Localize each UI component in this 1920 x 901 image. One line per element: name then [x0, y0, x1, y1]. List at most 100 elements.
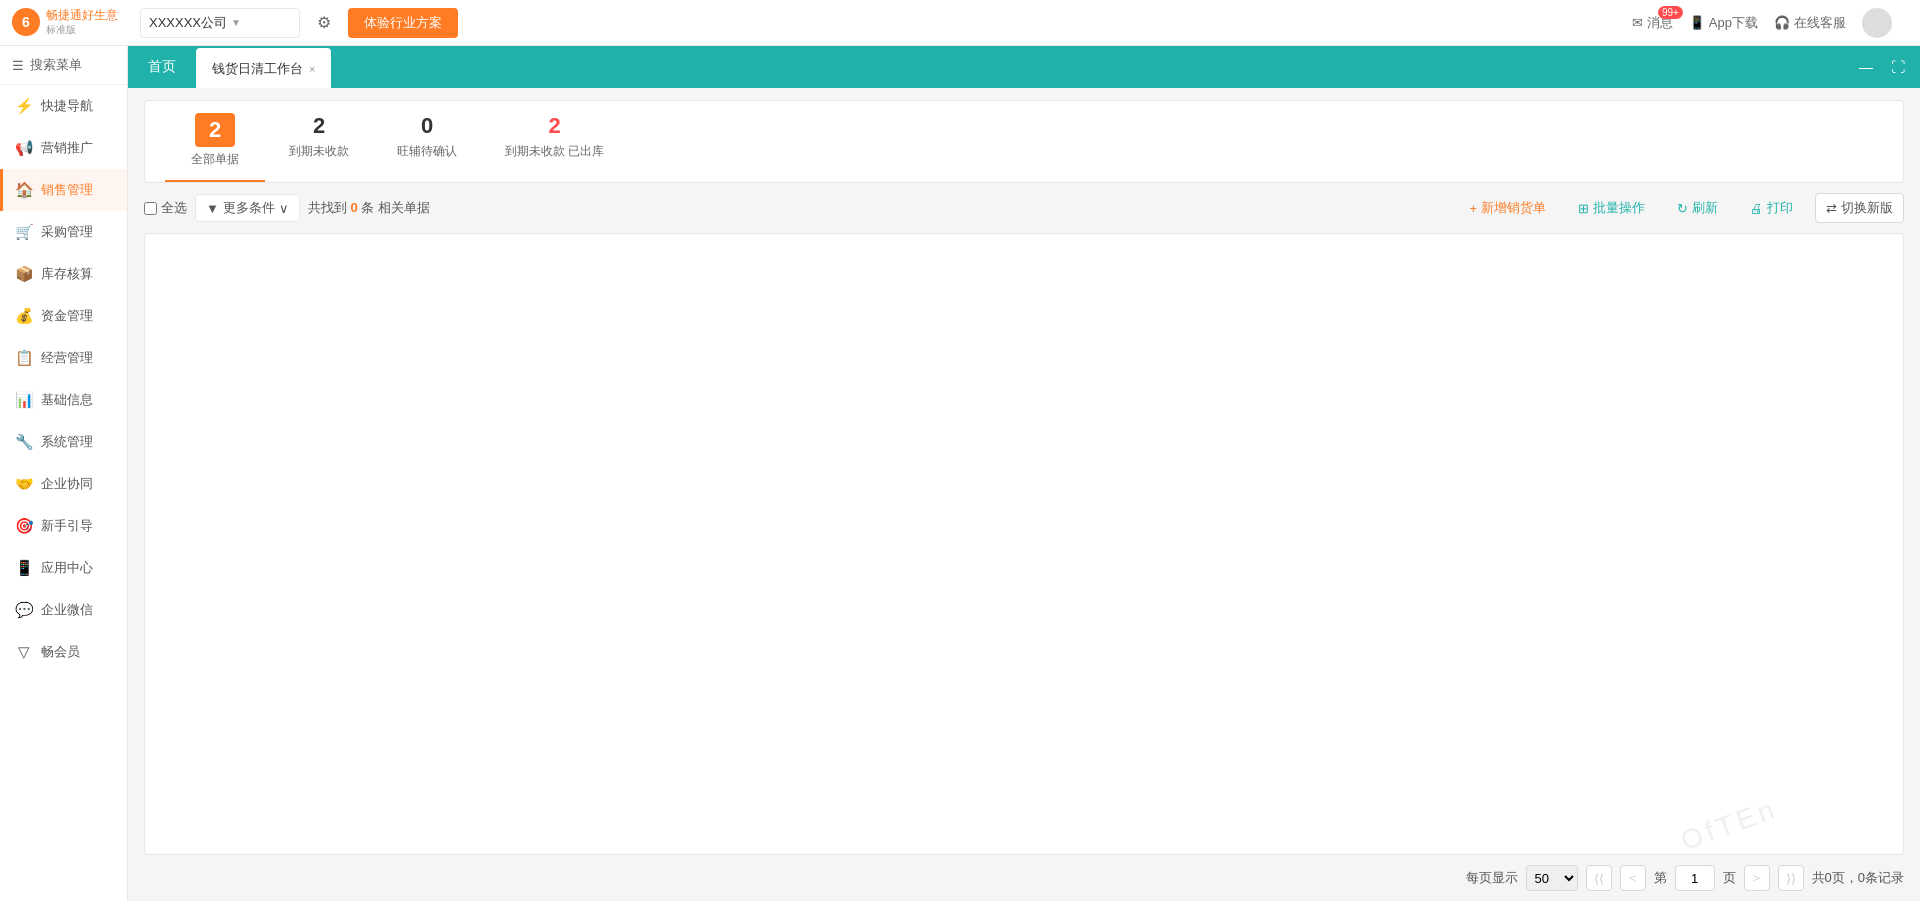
tab-home[interactable]: 首页	[128, 46, 196, 88]
sidebar-item-label: 系统管理	[41, 433, 93, 451]
add-sale-button[interactable]: + 新增销货单	[1459, 194, 1556, 222]
select-all-input[interactable]	[144, 202, 157, 215]
print-icon: 🖨	[1750, 201, 1763, 216]
batch-label: 批量操作	[1593, 199, 1645, 217]
filter-icon: ▼	[206, 201, 219, 216]
filter-tab-all-num: 2	[195, 113, 235, 147]
sidebar-item-wechat[interactable]: 💬 企业微信	[0, 589, 127, 631]
app-download-label: App下载	[1709, 14, 1758, 32]
message-button[interactable]: ✉ 消息 99+	[1632, 14, 1673, 32]
page-number-input[interactable]	[1675, 865, 1715, 891]
add-icon: +	[1469, 201, 1477, 216]
switch-button[interactable]: ⇄ 切换新版	[1815, 193, 1904, 223]
filter-button[interactable]: ▼ 更多条件 ∨	[195, 194, 300, 222]
table-area	[144, 233, 1904, 855]
settings-button[interactable]: ⚙	[308, 7, 340, 39]
sidebar-item-label: 应用中心	[41, 559, 93, 577]
sidebar-item-purchase[interactable]: 🛒 采购管理	[0, 211, 127, 253]
toolbar-right: + 新增销货单 ⊞ 批量操作 ↻ 刷新 🖨 打印	[1459, 193, 1904, 223]
download-icon: 📱	[1689, 15, 1705, 30]
tab-workbench[interactable]: 钱货日清工作台 ×	[196, 48, 331, 90]
count-info: 共找到 0 条 相关单据	[308, 199, 430, 217]
filter-tab-pending-label: 旺辅待确认	[397, 143, 457, 160]
guide-icon: 🎯	[15, 517, 33, 535]
tab-close-button[interactable]: ×	[309, 63, 315, 75]
sidebar-item-marketing[interactable]: 📢 营销推广	[0, 127, 127, 169]
search-menu-button[interactable]: ☰ 搜索菜单	[0, 46, 127, 85]
select-all-checkbox[interactable]: 全选	[144, 199, 187, 217]
company-selector[interactable]: XXXXXX公司 ▼	[140, 8, 300, 38]
search-icon: ☰	[12, 58, 24, 73]
search-menu-label: 搜索菜单	[30, 56, 82, 74]
switch-icon: ⇄	[1826, 201, 1837, 216]
last-page-button[interactable]: ⟩⟩	[1778, 865, 1804, 891]
finance-icon: 💰	[15, 307, 33, 325]
refresh-button[interactable]: ↻ 刷新	[1667, 194, 1728, 222]
first-page-button[interactable]: ⟨⟨	[1586, 865, 1612, 891]
chevron-icon: ∨	[279, 201, 289, 216]
filter-tab-all[interactable]: 2 全部单据	[165, 101, 265, 182]
wechat-icon: 💬	[15, 601, 33, 619]
sidebar-item-finance[interactable]: 💰 资金管理	[0, 295, 127, 337]
message-badge: 99+	[1658, 6, 1683, 19]
sidebar-item-guide[interactable]: 🎯 新手引导	[0, 505, 127, 547]
header-right: ✉ 消息 99+ 📱 App下载 🎧 在线客服	[1632, 8, 1908, 38]
member-icon: ▽	[15, 643, 33, 661]
sidebar-item-label: 企业协同	[41, 475, 93, 493]
prev-page-button[interactable]: ＜	[1620, 865, 1646, 891]
refresh-label: 刷新	[1692, 199, 1718, 217]
enterprise-icon: 🤝	[15, 475, 33, 493]
page-label: 第	[1654, 869, 1667, 887]
count-suffix: 条 相关单据	[361, 200, 430, 215]
sales-icon: 🏠	[15, 181, 33, 199]
sidebar-item-label: 资金管理	[41, 307, 93, 325]
logo-area: 6 畅捷通好生意 标准版	[12, 8, 140, 36]
next-page-button[interactable]: ＞	[1744, 865, 1770, 891]
filter-tab-overdue-num: 2	[313, 113, 325, 139]
sidebar-item-sales[interactable]: 🏠 销售管理	[0, 169, 127, 211]
system-icon: 🔧	[15, 433, 33, 451]
filter-tab-pending-num: 0	[421, 113, 433, 139]
chevron-down-icon: ▼	[231, 17, 241, 28]
per-page-select[interactable]: 50 10 20 100	[1526, 865, 1578, 891]
sidebar-item-inventory[interactable]: 📦 库存核算	[0, 253, 127, 295]
batch-icon: ⊞	[1578, 201, 1589, 216]
sidebar-item-quick-nav[interactable]: ⚡ 快捷导航	[0, 85, 127, 127]
online-service-button[interactable]: 🎧 在线客服	[1774, 14, 1846, 32]
avatar[interactable]	[1862, 8, 1892, 38]
quick-nav-icon: ⚡	[15, 97, 33, 115]
trial-button[interactable]: 体验行业方案	[348, 8, 458, 38]
app-center-icon: 📱	[15, 559, 33, 577]
sidebar-item-enterprise[interactable]: 🤝 企业协同	[0, 463, 127, 505]
gear-icon: ⚙	[317, 13, 331, 32]
filter-tab-overdue-label: 到期未收款	[289, 143, 349, 160]
operations-icon: 📋	[15, 349, 33, 367]
sidebar-item-label: 企业微信	[41, 601, 93, 619]
filter-tab-all-label: 全部单据	[191, 151, 239, 168]
refresh-icon: ↻	[1677, 201, 1688, 216]
select-all-label: 全选	[161, 199, 187, 217]
filter-tab-pending[interactable]: 0 旺辅待确认	[373, 101, 481, 182]
print-button[interactable]: 🖨 打印	[1740, 194, 1803, 222]
sidebar-item-label: 采购管理	[41, 223, 93, 241]
batch-button[interactable]: ⊞ 批量操作	[1568, 194, 1655, 222]
tab-minimize-button[interactable]: —	[1852, 53, 1880, 81]
sidebar-item-app-center[interactable]: 📱 应用中心	[0, 547, 127, 589]
count-prefix: 共找到	[308, 200, 347, 215]
sidebar-item-basic-info[interactable]: 📊 基础信息	[0, 379, 127, 421]
filter-tab-overdue-out[interactable]: 2 到期未收款 已出库	[481, 101, 628, 182]
sidebar-item-label: 畅会员	[41, 643, 80, 661]
sidebar-item-system[interactable]: 🔧 系统管理	[0, 421, 127, 463]
sidebar-item-member[interactable]: ▽ 畅会员	[0, 631, 127, 673]
filter-btn-label: 更多条件	[223, 199, 275, 217]
sidebar-item-operations[interactable]: 📋 经营管理	[0, 337, 127, 379]
online-service-label: 在线客服	[1794, 14, 1846, 32]
app-download-button[interactable]: 📱 App下载	[1689, 14, 1758, 32]
tab-maximize-button[interactable]: ⛶	[1884, 53, 1912, 81]
company-name: XXXXXX公司	[149, 14, 227, 32]
total-info: 共0页，0条记录	[1812, 869, 1904, 887]
filter-tab-overdue[interactable]: 2 到期未收款	[265, 101, 373, 182]
main-layout: ☰ 搜索菜单 ⚡ 快捷导航 📢 营销推广 🏠 销售管理 🛒 采购管理 📦 库存核…	[0, 46, 1920, 901]
sidebar-item-label: 基础信息	[41, 391, 93, 409]
tab-actions: — ⛶	[1844, 53, 1920, 81]
